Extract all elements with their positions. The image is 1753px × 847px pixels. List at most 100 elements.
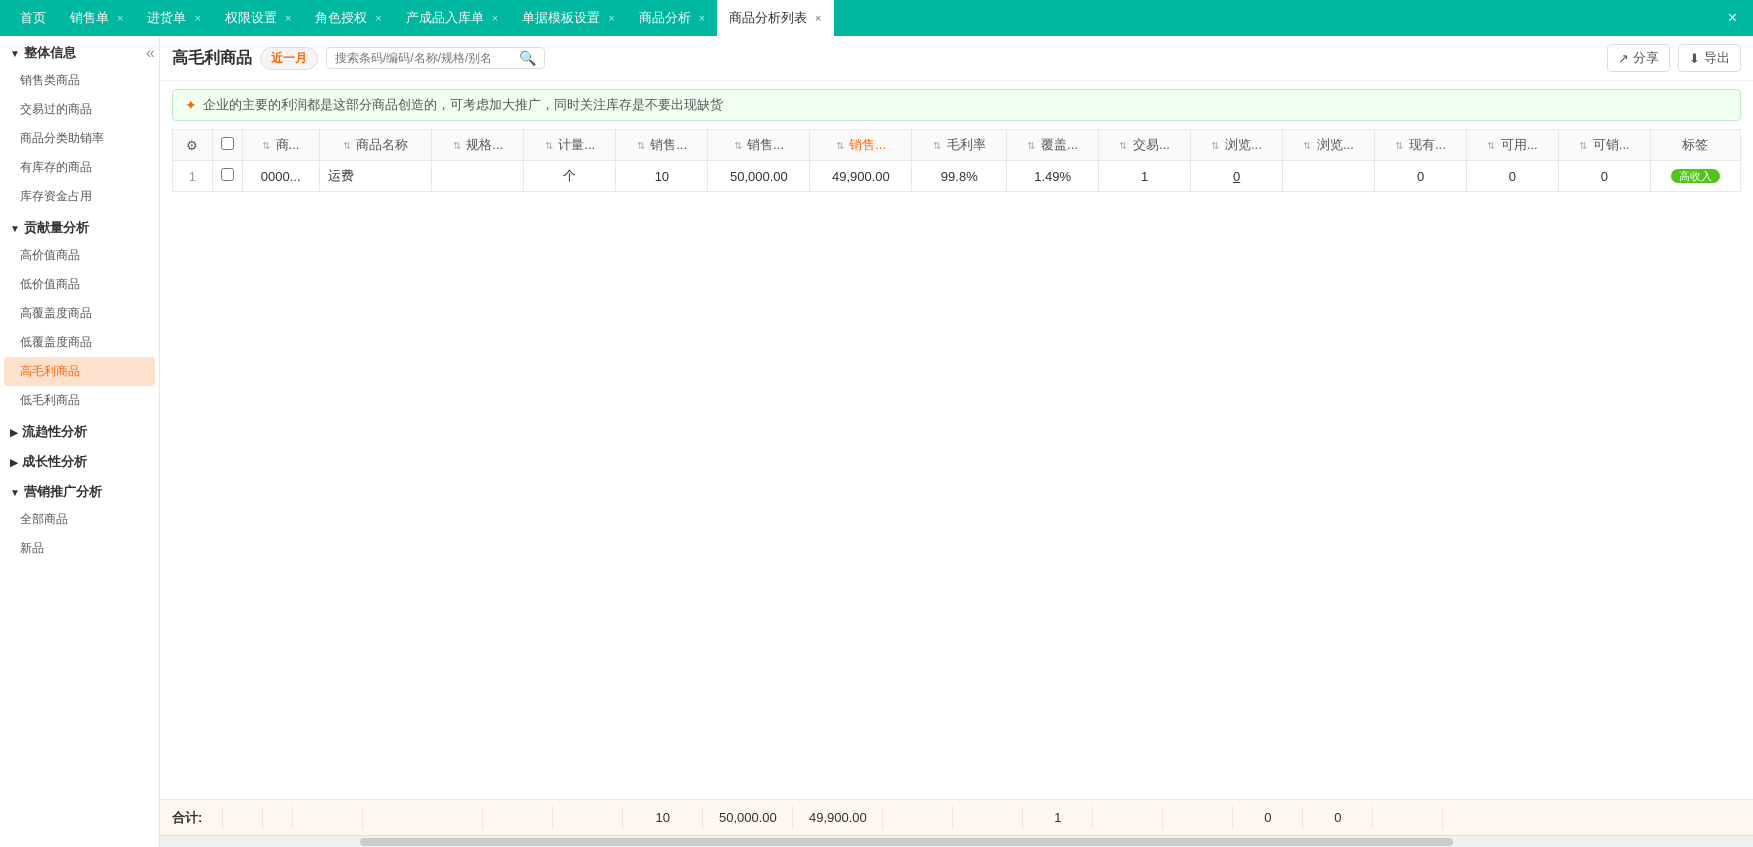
sidebar-group-overall[interactable]: ▼ 整体信息 (0, 36, 159, 66)
sidebar-item-new-goods[interactable]: 新品 (0, 534, 159, 563)
date-filter-button[interactable]: 近一月 (260, 47, 318, 70)
sidebar-collapse-button[interactable]: « (146, 44, 155, 62)
th-settings[interactable]: ⚙ (173, 130, 213, 161)
scrollbar-thumb[interactable] (360, 838, 1453, 846)
footer-empty-browse1 (1092, 806, 1162, 829)
share-button[interactable]: ↗ 分享 (1607, 44, 1670, 72)
main-layout: « ▼ 整体信息 销售类商品 交易过的商品 商品分类助销率 有库存的商品 库存资… (0, 36, 1753, 847)
sort-icon-trade: ⇅ (1119, 140, 1127, 151)
sidebar-item-high-value[interactable]: 高价值商品 (0, 241, 159, 270)
nav-tab-purchase[interactable]: 进货单 × (135, 0, 212, 36)
footer-current: 0 (1232, 806, 1302, 829)
settings-icon: ⚙ (186, 138, 198, 153)
top-nav: 首页 销售单 × 进货单 × 权限设置 × 角色授权 × 产成品入库单 × 单据… (0, 0, 1753, 36)
th-current[interactable]: ⇅ 现有... (1375, 130, 1467, 161)
th-sales-qty[interactable]: ⇅ 销售... (616, 130, 708, 161)
sort-icon-saleable: ⇅ (1579, 140, 1587, 151)
cell-name: 运费 (319, 161, 432, 192)
footer-empty-spec (482, 806, 552, 829)
sidebar-item-sales-goods[interactable]: 销售类商品 (0, 66, 159, 95)
sidebar-item-low-value[interactable]: 低价值商品 (0, 270, 159, 299)
sidebar-group-marketing[interactable]: ▼ 营销推广分析 (0, 475, 159, 505)
th-spec[interactable]: ⇅ 规格... (432, 130, 524, 161)
sidebar-item-high-coverage[interactable]: 高覆盖度商品 (0, 299, 159, 328)
close-permission-tab[interactable]: × (285, 12, 291, 24)
close-purchase-tab[interactable]: × (194, 12, 200, 24)
footer-sales-qty: 10 (622, 806, 702, 829)
th-code[interactable]: ⇅ 商... (242, 130, 319, 161)
sidebar-group-growth[interactable]: ▶ 成长性分析 (0, 445, 159, 475)
cell-current: 0 (1375, 161, 1467, 192)
sidebar-item-low-margin[interactable]: 低毛利商品 (0, 386, 159, 415)
nav-tab-template[interactable]: 单据模板设置 × (510, 0, 626, 36)
footer-empty2 (262, 806, 292, 829)
sidebar-item-category-rate[interactable]: 商品分类助销率 (0, 124, 159, 153)
footer-label: 合计: (160, 809, 222, 827)
footer-totals: 合计: 10 50,000.00 49,900.00 1 0 0 (160, 799, 1753, 835)
close-goods-list-tab[interactable]: × (815, 12, 821, 24)
data-table: ⚙ ⇅ 商... ⇅ 商品名称 (172, 129, 1741, 192)
th-tag[interactable]: 标签 (1650, 130, 1740, 161)
cell-coverage: 1.49% (1007, 161, 1099, 192)
footer-available: 0 (1302, 806, 1372, 829)
nav-tab-home[interactable]: 首页 (8, 0, 58, 36)
nav-tab-product-storage[interactable]: 产成品入库单 × (394, 0, 510, 36)
nav-tab-goods-analysis[interactable]: 商品分析 × (627, 0, 717, 36)
sort-icon-browse1: ⇅ (1211, 140, 1219, 151)
sidebar-item-all-goods[interactable]: 全部商品 (0, 505, 159, 534)
close-all-button[interactable]: × (1720, 9, 1745, 27)
sidebar-item-high-margin[interactable]: 高毛利商品 (4, 357, 155, 386)
th-sales-amount[interactable]: ⇅ 销售... (708, 130, 810, 161)
close-sales-tab[interactable]: × (117, 12, 123, 24)
th-gross-rate[interactable]: ⇅ 毛利率 (912, 130, 1007, 161)
cell-sales-amount: 50,000.00 (708, 161, 810, 192)
th-browse2[interactable]: ⇅ 浏览... (1283, 130, 1375, 161)
th-unit[interactable]: ⇅ 计量... (524, 130, 616, 161)
th-available[interactable]: ⇅ 可用... (1467, 130, 1559, 161)
sidebar-item-stock-capital[interactable]: 库存资金占用 (0, 182, 159, 211)
th-coverage[interactable]: ⇅ 覆盖... (1007, 130, 1099, 161)
cell-browse1[interactable]: 0 (1191, 161, 1283, 192)
cell-sales-profit: 49,900.00 (810, 161, 912, 192)
sidebar-group-trend[interactable]: ▶ 流趋性分析 (0, 415, 159, 445)
nav-tab-permission[interactable]: 权限设置 × (213, 0, 303, 36)
th-name[interactable]: ⇅ 商品名称 (319, 130, 432, 161)
search-input[interactable] (335, 51, 515, 65)
footer-empty-code (292, 806, 362, 829)
sidebar-group-contribution[interactable]: ▼ 贡献量分析 (0, 211, 159, 241)
nav-tab-goods-analysis-list[interactable]: 商品分析列表 × (717, 0, 833, 36)
nav-tab-sales[interactable]: 销售单 × (58, 0, 135, 36)
export-button[interactable]: ⬇ 导出 (1678, 44, 1741, 72)
footer-trade: 1 (1022, 806, 1092, 829)
sidebar-item-low-coverage[interactable]: 低覆盖度商品 (0, 328, 159, 357)
close-role-tab[interactable]: × (375, 12, 381, 24)
sort-icon-spec: ⇅ (453, 140, 461, 151)
table-row: 1 0000... 运费 个 10 50,000.00 49,900.00 99… (173, 161, 1741, 192)
close-goods-analysis-tab[interactable]: × (699, 12, 705, 24)
row-checkbox[interactable] (221, 168, 234, 181)
cell-checkbox[interactable] (212, 161, 242, 192)
sidebar-item-stocked-goods[interactable]: 有库存的商品 (0, 153, 159, 182)
sidebar-item-traded-goods[interactable]: 交易过的商品 (0, 95, 159, 124)
browse1-link[interactable]: 0 (1233, 169, 1240, 184)
th-browse1[interactable]: ⇅ 浏览... (1191, 130, 1283, 161)
table-header-row: ⚙ ⇅ 商... ⇅ 商品名称 (173, 130, 1741, 161)
cell-available: 0 (1467, 161, 1559, 192)
sort-icon-code: ⇅ (262, 140, 270, 151)
footer-cells: 10 50,000.00 49,900.00 1 0 0 (222, 806, 1753, 829)
group-arrow-marketing: ▼ (10, 487, 20, 498)
horizontal-scrollbar[interactable] (160, 835, 1753, 847)
th-checkbox[interactable] (212, 130, 242, 161)
search-icon[interactable]: 🔍 (519, 50, 536, 66)
content-header: 高毛利商品 近一月 🔍 ↗ 分享 ⬇ 导出 (160, 36, 1753, 81)
search-box: 🔍 (326, 47, 545, 69)
th-trade[interactable]: ⇅ 交易... (1099, 130, 1191, 161)
th-sales-profit[interactable]: ⇅ 销售... (810, 130, 912, 161)
select-all-checkbox[interactable] (221, 137, 234, 150)
share-icon: ↗ (1618, 51, 1629, 66)
nav-tab-role[interactable]: 角色授权 × (303, 0, 393, 36)
th-saleable[interactable]: ⇅ 可销... (1558, 130, 1650, 161)
close-product-storage-tab[interactable]: × (492, 12, 498, 24)
cell-browse2 (1283, 161, 1375, 192)
close-template-tab[interactable]: × (608, 12, 614, 24)
